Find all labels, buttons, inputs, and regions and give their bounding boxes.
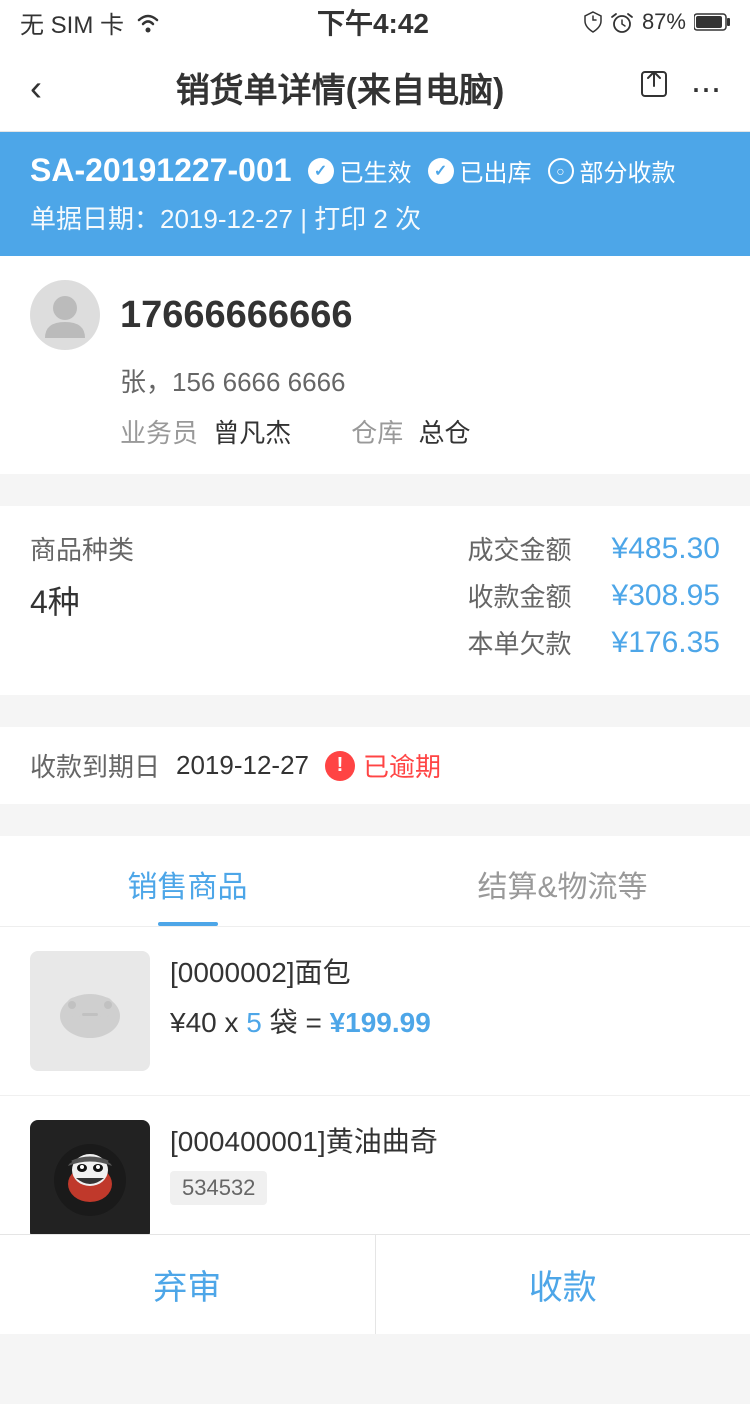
overdue-badge: ! 已逾期 xyxy=(325,747,441,784)
amount-value: ¥485.30 xyxy=(612,532,720,566)
alarm-icon xyxy=(610,11,634,33)
status-bar-time: 下午4:42 xyxy=(317,2,429,42)
tab-settlement[interactable]: 结算&物流等 xyxy=(375,836,750,926)
action-bar: 弃审 收款 xyxy=(0,1234,750,1334)
battery-icon xyxy=(694,13,730,31)
more-icon[interactable]: ··· xyxy=(690,67,720,109)
due-label: 收款到期日 xyxy=(30,747,160,784)
share-icon[interactable] xyxy=(638,68,670,108)
product-thumb-1 xyxy=(30,951,150,1071)
due-date: 2019-12-27 xyxy=(176,750,309,781)
product-item-1: [0000002]面包 ¥40 x 5 袋 = ¥199.99 xyxy=(0,927,750,1096)
order-header: SA-20191227-001 ✓ 已生效 ✓ 已出库 ○ 部分收款 单据日期：… xyxy=(0,132,750,256)
divider-2 xyxy=(0,711,750,727)
status-bar-right: 87% xyxy=(584,9,730,35)
type-label: 商品种类 xyxy=(30,530,134,567)
tabs-bar: 销售商品 结算&物流等 xyxy=(0,836,750,927)
status-partial: ○ 部分收款 xyxy=(548,153,676,188)
order-date: 单据日期：2019-12-27 | 打印 2 次 xyxy=(30,199,720,236)
overdue-icon: ! xyxy=(325,751,355,781)
sales-info: 业务员 曾凡杰 xyxy=(120,413,291,450)
product-sku-2: 534532 xyxy=(170,1171,267,1205)
customer-phone: 17666666666 xyxy=(120,294,352,337)
nav-bar: ‹ 销货单详情(来自电脑) ··· xyxy=(0,44,750,132)
received-label: 收款金额 xyxy=(468,577,572,614)
product-name-1: [0000002]面包 xyxy=(170,951,720,991)
nav-right-actions: ··· xyxy=(638,67,720,109)
status-bar-left: 无 SIM 卡 xyxy=(20,5,162,40)
amount-label: 成交金额 xyxy=(468,530,572,567)
divider-1 xyxy=(0,490,750,506)
order-id: SA-20191227-001 xyxy=(30,152,292,189)
summary-section: 商品种类 4种 成交金额 ¥485.30 收款金额 ¥308.95 本单欠款 ¥… xyxy=(0,506,750,695)
due-date-section: 收款到期日 2019-12-27 ! 已逾期 xyxy=(0,727,750,804)
product-info-1: [0000002]面包 ¥40 x 5 袋 = ¥199.99 xyxy=(170,951,720,1041)
product-price-1: ¥40 x 5 袋 = ¥199.99 xyxy=(170,1001,720,1041)
customer-meta: 业务员 曾凡杰 仓库 总仓 xyxy=(120,413,720,450)
tabs-section: 销售商品 结算&物流等 xyxy=(0,836,750,927)
product-type-summary: 商品种类 4种 xyxy=(30,530,134,623)
customer-avatar xyxy=(30,280,100,350)
back-button[interactable]: ‹ xyxy=(30,67,42,109)
status-partial-text: 部分收款 xyxy=(580,153,676,188)
location-icon xyxy=(584,11,602,33)
tab-products[interactable]: 销售商品 xyxy=(0,836,375,926)
received-value: ¥308.95 xyxy=(612,579,720,613)
amount-summary: 成交金额 ¥485.30 收款金额 ¥308.95 本单欠款 ¥176.35 xyxy=(468,530,720,671)
wifi-icon xyxy=(134,11,162,33)
warehouse-info: 仓库 总仓 xyxy=(351,413,470,450)
check-effective-icon: ✓ xyxy=(308,158,334,184)
product-name-2: [000400001]黄油曲奇 xyxy=(170,1120,720,1160)
status-shipped: ✓ 已出库 xyxy=(428,153,532,188)
divider-3 xyxy=(0,820,750,836)
customer-name: 张，156 6666 6666 xyxy=(120,362,720,399)
customer-section: 17666666666 张，156 6666 6666 业务员 曾凡杰 仓库 总… xyxy=(0,256,750,474)
status-effective: ✓ 已生效 xyxy=(308,153,412,188)
check-shipped-icon: ✓ xyxy=(428,158,454,184)
owed-label: 本单欠款 xyxy=(468,624,572,661)
no-sim-text: 无 SIM 卡 xyxy=(20,5,124,40)
status-bar: 无 SIM 卡 下午4:42 87% xyxy=(0,0,750,44)
cancel-button[interactable]: 弃审 xyxy=(0,1235,376,1334)
type-value: 4种 xyxy=(30,577,134,623)
owed-value: ¥176.35 xyxy=(612,626,720,660)
clock-icon: ○ xyxy=(548,158,574,184)
overdue-text: 已逾期 xyxy=(363,747,441,784)
status-effective-text: 已生效 xyxy=(340,153,412,188)
confirm-button[interactable]: 收款 xyxy=(376,1235,750,1334)
status-shipped-text: 已出库 xyxy=(460,153,532,188)
product-thumb-2 xyxy=(30,1120,150,1240)
nav-title: 销货单详情(来自电脑) xyxy=(176,63,505,112)
battery-text: 87% xyxy=(642,9,686,35)
